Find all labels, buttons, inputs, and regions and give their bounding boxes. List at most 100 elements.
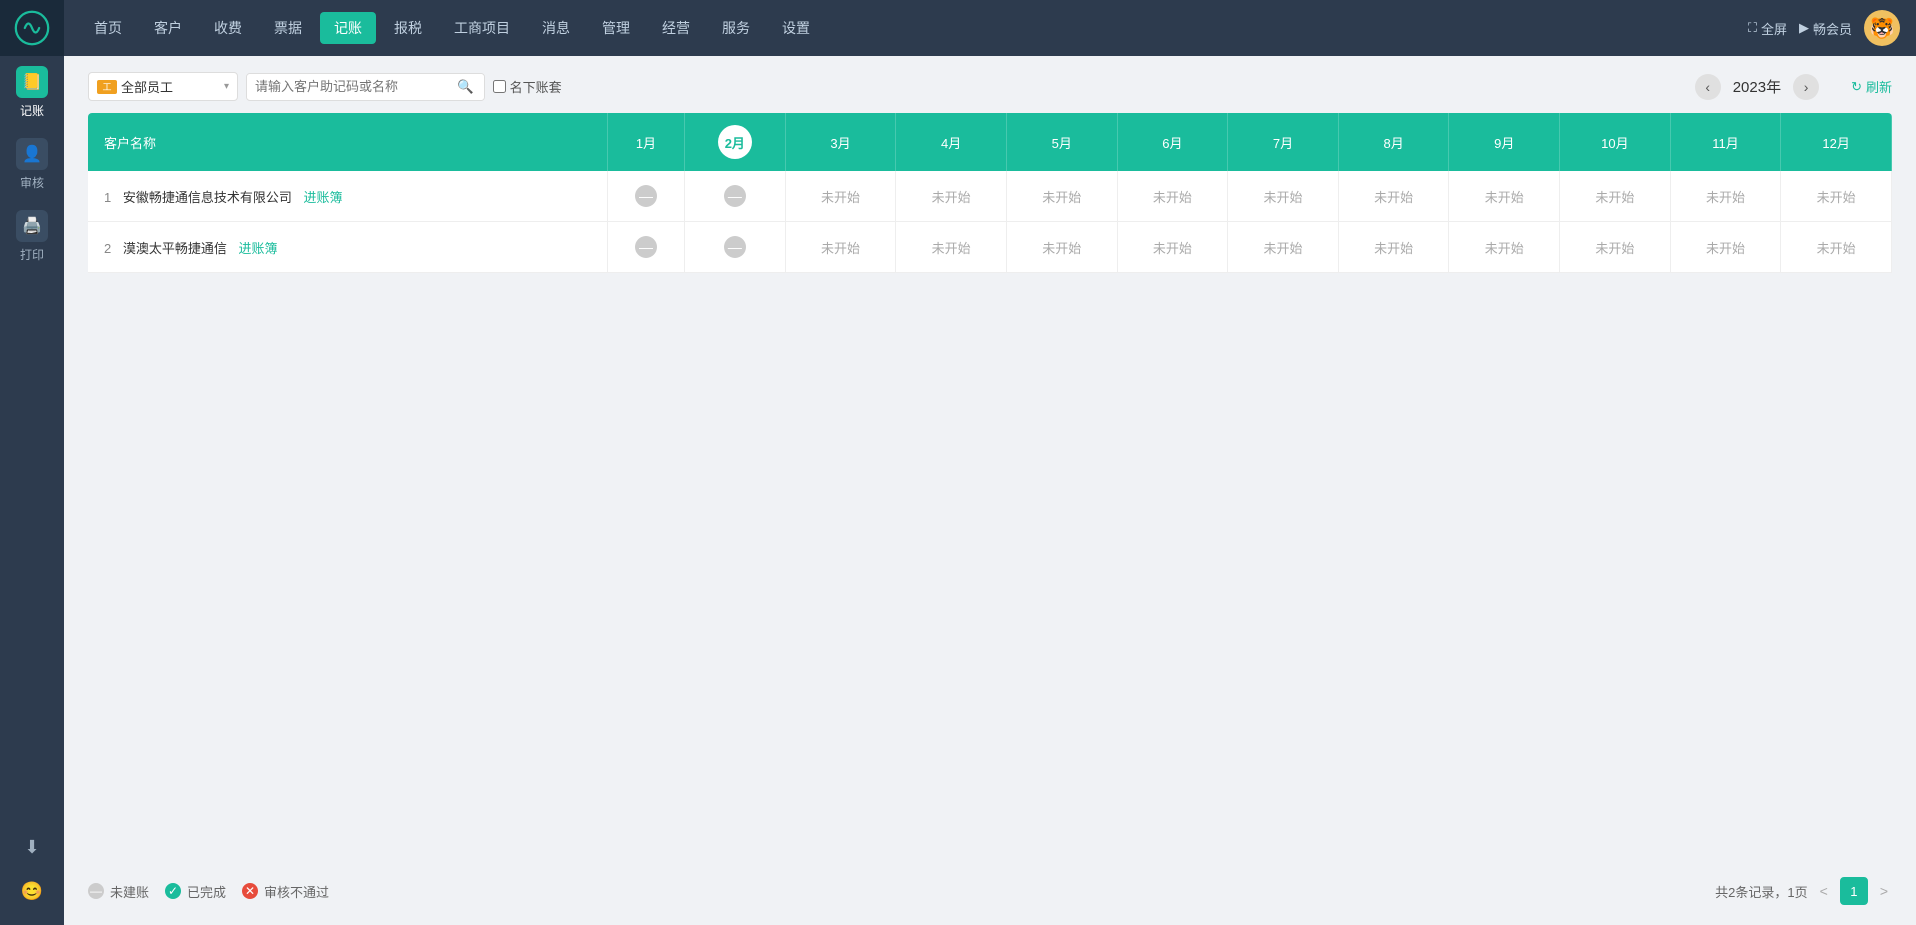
active-month: 2月: [718, 125, 752, 159]
year-display: 2023年: [1733, 76, 1781, 97]
page-1-button[interactable]: 1: [1840, 877, 1868, 905]
company-name: 安徽畅捷通信息技术有限公司: [123, 190, 292, 205]
row-0-month-5: 未开始: [1006, 171, 1117, 222]
status-dot: —: [724, 236, 746, 258]
status-not-started: 未开始: [1817, 190, 1856, 205]
row-1-month-1: —: [607, 222, 684, 273]
status-not-started: 未开始: [1595, 241, 1634, 256]
col-header-m8: 8月: [1338, 113, 1449, 171]
row-1-month-4: 未开始: [896, 222, 1007, 273]
col-header-m10: 10月: [1560, 113, 1671, 171]
status-not-started: 未开始: [1042, 241, 1081, 256]
logo: [0, 0, 64, 56]
dy-label: 打印: [20, 246, 44, 263]
row-1-month-11: 未开始: [1670, 222, 1781, 273]
nav-item-accounting[interactable]: 记账: [320, 12, 376, 44]
row-num: 1: [104, 190, 111, 205]
nav-item-settings[interactable]: 设置: [768, 12, 824, 44]
status-dot: —: [724, 185, 746, 207]
status-dot: —: [635, 185, 657, 207]
download-icon[interactable]: ⬇: [14, 829, 50, 865]
next-page-button[interactable]: >: [1876, 881, 1892, 901]
avatar[interactable]: 🐯: [1864, 10, 1900, 46]
sidebar: 📒 记账 👤 审核 🖨️ 打印 ⬇ 😊: [0, 0, 64, 925]
pagination: 共2条记录，1页 < 1 >: [1715, 877, 1892, 905]
sh-icon: 👤: [16, 138, 48, 170]
row-1-month-10: 未开始: [1560, 222, 1671, 273]
table-row: 2 漠澳太平畅捷通信 进账簿 ——未开始未开始未开始未开始未开始未开始未开始未开…: [88, 222, 1892, 273]
status-not-started: 未开始: [1595, 190, 1634, 205]
row-1-month-3: 未开始: [785, 222, 896, 273]
sidebar-item-sh[interactable]: 👤 审核: [0, 128, 64, 200]
content: 工 全部员工 ▾ 🔍 名下账套 ‹ 2023年 › ↻ 刷新: [64, 56, 1916, 925]
col-header-m6: 6月: [1117, 113, 1228, 171]
status-not-started: 未开始: [1153, 190, 1192, 205]
nav-item-home[interactable]: 首页: [80, 12, 136, 44]
row-1-month-2: —: [684, 222, 785, 273]
search-input[interactable]: [247, 74, 447, 99]
col-header-m3: 3月: [785, 113, 896, 171]
status-not-started: 未开始: [1263, 190, 1302, 205]
topnav-right: ⛶ 全屏 ▶ 畅会员 🐯: [1748, 10, 1900, 46]
table-wrap: 客户名称1月2月3月4月5月6月7月8月9月10月11月12月 1 安徽畅捷通信…: [88, 113, 1892, 865]
status-not-started: 未开始: [1042, 190, 1081, 205]
nav-item-manage[interactable]: 管理: [588, 12, 644, 44]
row-0-month-3: 未开始: [785, 171, 896, 222]
footer: —未建账✓已完成✕审核不通过 共2条记录，1页 < 1 >: [88, 865, 1892, 909]
support-icon[interactable]: 😊: [14, 873, 50, 909]
employee-label: 全部员工: [121, 77, 220, 96]
legend-not-built: —未建账: [88, 882, 149, 901]
year-nav: ‹ 2023年 ›: [1695, 74, 1819, 100]
enter-ledger-link[interactable]: 进账簿: [239, 241, 278, 256]
main-area: 首页客户收费票据记账报税工商项目消息管理经营服务设置 ⛶ 全屏 ▶ 畅会员 🐯 …: [64, 0, 1916, 925]
sidebar-item-dy[interactable]: 🖨️ 打印: [0, 200, 64, 272]
sidebar-item-jz[interactable]: 📒 记账: [0, 56, 64, 128]
nav-item-charge[interactable]: 收费: [200, 12, 256, 44]
nav-item-business[interactable]: 工商项目: [440, 12, 524, 44]
member-label: 畅会员: [1813, 19, 1852, 38]
refresh-icon: ↻: [1851, 79, 1862, 95]
enter-ledger-link[interactable]: 进账簿: [304, 190, 343, 205]
refresh-button[interactable]: ↻ 刷新: [1851, 77, 1892, 96]
search-box: 🔍: [246, 73, 485, 101]
fullscreen-button[interactable]: ⛶ 全屏: [1748, 19, 1787, 38]
dy-icon: 🖨️: [16, 210, 48, 242]
status-dot: —: [635, 236, 657, 258]
nav-item-tax[interactable]: 报税: [380, 12, 436, 44]
summary-text: 共2条记录，1页: [1715, 882, 1807, 901]
next-year-button[interactable]: ›: [1793, 74, 1819, 100]
row-1-name: 2 漠澳太平畅捷通信 进账簿: [88, 222, 607, 273]
employee-icon: 工: [97, 80, 117, 94]
nav-item-customer[interactable]: 客户: [140, 12, 196, 44]
checkbox-label[interactable]: 名下账套: [493, 77, 562, 96]
status-not-started: 未开始: [1706, 190, 1745, 205]
row-1-month-8: 未开始: [1338, 222, 1449, 273]
employee-select[interactable]: 工 全部员工 ▾: [88, 72, 238, 101]
status-not-started: 未开始: [1706, 241, 1745, 256]
legend-label: 审核不通过: [264, 882, 329, 901]
row-0-month-7: 未开始: [1228, 171, 1339, 222]
row-1-month-6: 未开始: [1117, 222, 1228, 273]
legend-label: 未建账: [110, 882, 149, 901]
my-accounts-checkbox[interactable]: [493, 80, 506, 93]
prev-page-button[interactable]: <: [1816, 881, 1832, 901]
search-button[interactable]: 🔍: [447, 74, 484, 100]
prev-year-button[interactable]: ‹: [1695, 74, 1721, 100]
nav-item-service[interactable]: 服务: [708, 12, 764, 44]
row-0-month-2: —: [684, 171, 785, 222]
row-0-month-9: 未开始: [1449, 171, 1560, 222]
status-not-started: 未开始: [1374, 241, 1413, 256]
nav-item-operation[interactable]: 经营: [648, 12, 704, 44]
jz-label: 记账: [20, 102, 44, 119]
col-header-m1: 1月: [607, 113, 684, 171]
status-not-started: 未开始: [1485, 190, 1524, 205]
accounting-table: 客户名称1月2月3月4月5月6月7月8月9月10月11月12月 1 安徽畅捷通信…: [88, 113, 1892, 273]
sidebar-bottom: ⬇ 😊: [0, 829, 64, 925]
nav-item-message[interactable]: 消息: [528, 12, 584, 44]
nav-item-invoice[interactable]: 票据: [260, 12, 316, 44]
col-header-m5: 5月: [1006, 113, 1117, 171]
row-0-month-8: 未开始: [1338, 171, 1449, 222]
table-row: 1 安徽畅捷通信息技术有限公司 进账簿 — — 未开始 未开始 未开始 未开始 未开始 未开始…: [88, 171, 1892, 222]
row-0-month-6: 未开始: [1117, 171, 1228, 222]
member-button[interactable]: ▶ 畅会员: [1799, 19, 1852, 38]
